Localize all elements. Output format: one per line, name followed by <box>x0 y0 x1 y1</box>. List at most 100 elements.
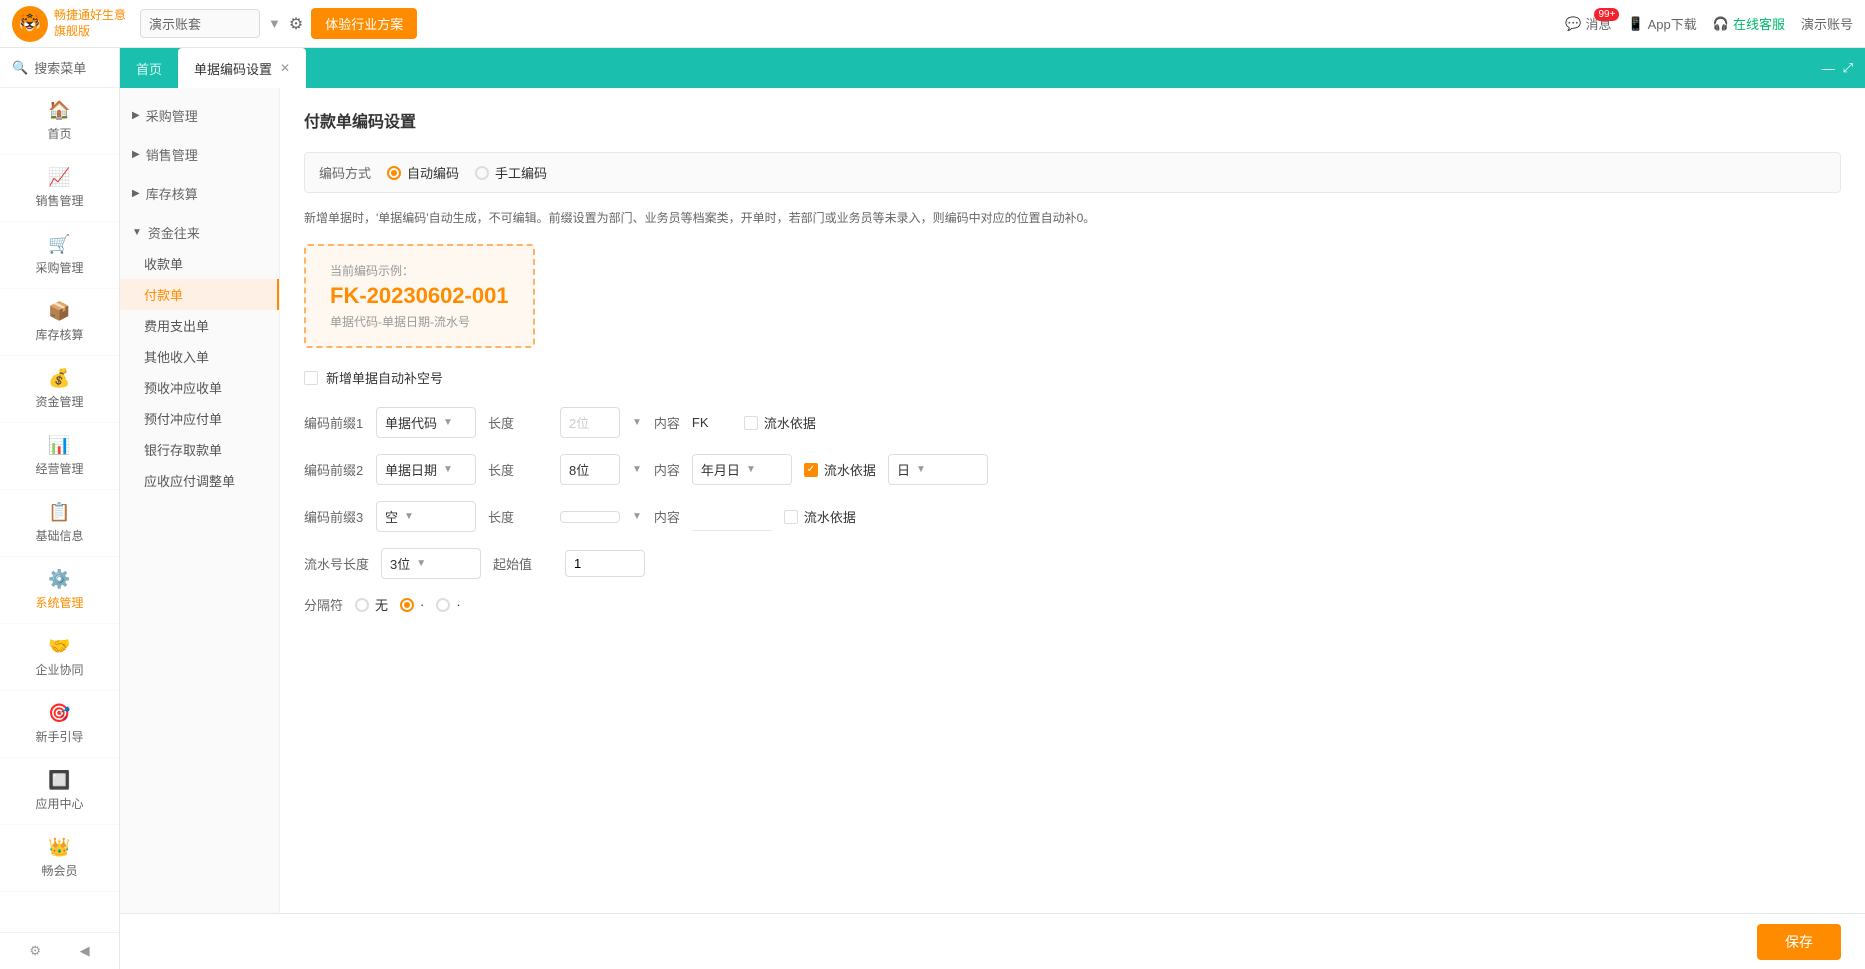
sidebar-item-system[interactable]: ⚙️ 系统管理 <box>0 557 119 624</box>
code-preview-desc: 单据代码-单据日期-流水号 <box>330 313 509 330</box>
nav-group-sales-title[interactable]: ▶ 销售管理 <box>120 139 279 170</box>
collapse-icon[interactable]: ◀ <box>80 943 90 959</box>
prefix3-select[interactable]: 空 ▼ <box>376 501 476 532</box>
prefix3-caret-icon: ▼ <box>404 511 414 522</box>
serial-length-select[interactable]: 3位 ▼ <box>381 548 481 579</box>
date-unit-caret-icon: ▼ <box>916 464 926 475</box>
encode-method-row: 编码方式 自动编码 手工编码 <box>304 152 1841 193</box>
nav-item-income[interactable]: 其他收入单 <box>120 341 279 372</box>
prefix1-select[interactable]: 单据代码 ▼ <box>376 407 476 438</box>
tab-minimize-icon[interactable]: — <box>1822 61 1835 76</box>
separator-row: 分隔符 无 · <box>304 595 1841 614</box>
content2-caret-icon: ▼ <box>746 464 756 475</box>
watermark2-checkbox[interactable]: ✓ <box>804 463 818 477</box>
search-icon: 🔍 <box>12 60 28 76</box>
settings-icon[interactable]: ⚙ <box>289 14 303 34</box>
prefix2-caret-icon: ▼ <box>443 464 453 475</box>
nav-item-expense[interactable]: 费用支出单 <box>120 310 279 341</box>
nav-item-pre-receipt[interactable]: 预收冲应收单 <box>120 372 279 403</box>
code-preview-example-label: 当前编码示例： <box>330 262 509 279</box>
settings-bottom-icon[interactable]: ⚙ <box>29 943 41 959</box>
appstore-icon: 🔲 <box>48 770 70 791</box>
sidebar-item-guide[interactable]: 🎯 新手引导 <box>0 691 119 758</box>
sidebar-item-base[interactable]: 📋 基础信息 <box>0 490 119 557</box>
content3-value <box>692 503 772 531</box>
company-chevron-icon[interactable]: ▼ <box>268 16 281 31</box>
tab-close-icon[interactable]: ✕ <box>280 61 290 75</box>
topbar-mid: 演示账套 ▼ ⚙ 体验行业方案 <box>140 8 1557 39</box>
manual-encode-radio[interactable]: 手工编码 <box>475 163 547 182</box>
headset-icon: 🎧 <box>1713 16 1729 32</box>
tab-encode-settings[interactable]: 单据编码设置 ✕ <box>178 48 306 88</box>
tab-home[interactable]: 首页 <box>120 48 178 88</box>
length2-caret: ▼ <box>632 464 642 475</box>
sep-dot-radio[interactable]: · <box>400 597 424 612</box>
sales-icon: 📈 <box>48 167 70 188</box>
app-download-button[interactable]: 📱 App下载 <box>1627 14 1696 33</box>
sidebar-item-finance[interactable]: 💰 资金管理 <box>0 356 119 423</box>
sidebar-item-home[interactable]: 🏠 首页 <box>0 88 119 155</box>
radio-group: 自动编码 手工编码 <box>387 163 547 182</box>
sidebar-item-sales[interactable]: 📈 销售管理 <box>0 155 119 222</box>
logo-text: 畅捷通好生意 旗舰版 <box>54 8 126 39</box>
sep-none-radio[interactable]: 无 <box>355 595 388 614</box>
prefix2-label: 编码前缀2 <box>304 460 364 479</box>
nav-group-stock-title[interactable]: ▶ 库存核算 <box>120 178 279 209</box>
base-icon: 📋 <box>48 502 70 523</box>
page-title: 付款单编码设置 <box>304 108 1841 132</box>
nav-item-pre-payment[interactable]: 预付冲应付单 <box>120 403 279 434</box>
nav-item-bank[interactable]: 银行存取款单 <box>120 434 279 465</box>
prefix2-select[interactable]: 单据日期 ▼ <box>376 454 476 485</box>
logo-icon: 🐯 <box>12 6 48 42</box>
arrow-icon: ▶ <box>132 149 140 160</box>
online-service-button[interactable]: 🎧 在线客服 <box>1713 14 1785 33</box>
sidebar-item-inventory[interactable]: 📦 库存核算 <box>0 289 119 356</box>
sep-other-radio[interactable]: · <box>436 597 460 612</box>
length2-input[interactable]: 8位 <box>560 454 620 485</box>
nav-group-capital: ▼ 资金往来 收款单 付款单 费用支出单 其他收入单 预收冲应收单 预付冲应付单… <box>120 213 279 500</box>
length3-caret: ▼ <box>632 511 642 522</box>
sidebar-item-operation[interactable]: 📊 经营管理 <box>0 423 119 490</box>
experience-button[interactable]: 体验行业方案 <box>311 8 417 39</box>
save-button[interactable]: 保存 <box>1757 924 1841 960</box>
nav-item-adjust[interactable]: 应收应付调整单 <box>120 465 279 496</box>
sidebar-item-purchase[interactable]: 🛒 采购管理 <box>0 222 119 289</box>
sidebar: 🔍 搜索菜单 🏠 首页 📈 销售管理 🛒 采购管理 📦 库存核算 💰 资金管理 … <box>0 48 120 969</box>
watermark3-checkbox-row[interactable]: 流水依据 <box>784 507 856 526</box>
user-avatar[interactable]: 演示账号 <box>1801 14 1853 33</box>
auto-fill-checkbox-row[interactable]: 新增单据自动补空号 <box>304 368 1841 387</box>
content2-label: 内容 <box>654 460 680 479</box>
content2-select[interactable]: 年月日 ▼ <box>692 454 792 485</box>
auto-fill-checkbox[interactable] <box>304 371 318 385</box>
watermark1-checkbox-row[interactable]: 流水依据 <box>744 413 816 432</box>
radio-circle-auto <box>387 166 401 180</box>
search-menu-button[interactable]: 🔍 搜索菜单 <box>0 48 119 88</box>
nav-item-receipt[interactable]: 收款单 <box>120 248 279 279</box>
message-button[interactable]: 💬 消息 99+ <box>1565 14 1611 33</box>
topbar: 🐯 畅捷通好生意 旗舰版 演示账套 ▼ ⚙ 体验行业方案 💬 消息 99+ 📱 … <box>0 0 1865 48</box>
sidebar-item-member[interactable]: 👑 畅会员 <box>0 825 119 892</box>
watermark3-checkbox[interactable] <box>784 510 798 524</box>
start-value-input[interactable] <box>565 550 645 577</box>
tab-expand-icon[interactable]: ⤢ <box>1843 60 1853 76</box>
start-value-label: 起始值 <box>493 554 553 573</box>
nav-group-stock: ▶ 库存核算 <box>120 174 279 213</box>
serial-length-label: 流水号长度 <box>304 554 369 573</box>
watermark1-checkbox[interactable] <box>744 416 758 430</box>
auto-encode-radio[interactable]: 自动编码 <box>387 163 459 182</box>
app-icon: 📱 <box>1627 16 1643 32</box>
nav-item-payment[interactable]: 付款单 <box>120 279 279 310</box>
watermark2-checkbox-row[interactable]: ✓ 流水依据 <box>804 460 876 479</box>
prefix1-caret-icon: ▼ <box>443 417 453 428</box>
company-selector[interactable]: 演示账套 <box>140 9 260 38</box>
sidebar-item-enterprise[interactable]: 🤝 企业协同 <box>0 624 119 691</box>
sidebar-item-appstore[interactable]: 🔲 应用中心 <box>0 758 119 825</box>
tab-bar-actions: — ⤢ <box>1822 60 1865 76</box>
purchase-icon: 🛒 <box>48 234 70 255</box>
nav-group-purchase-title[interactable]: ▶ 采购管理 <box>120 100 279 131</box>
nav-group-capital-title[interactable]: ▼ 资金往来 <box>120 217 279 248</box>
date-unit-select[interactable]: 日 ▼ <box>888 454 988 485</box>
finance-icon: 💰 <box>48 368 70 389</box>
form-row-prefix2: 编码前缀2 单据日期 ▼ 长度 8位 ▼ 内容 年月日 ▼ <box>304 454 1841 485</box>
serial-length-caret-icon: ▼ <box>416 558 426 569</box>
